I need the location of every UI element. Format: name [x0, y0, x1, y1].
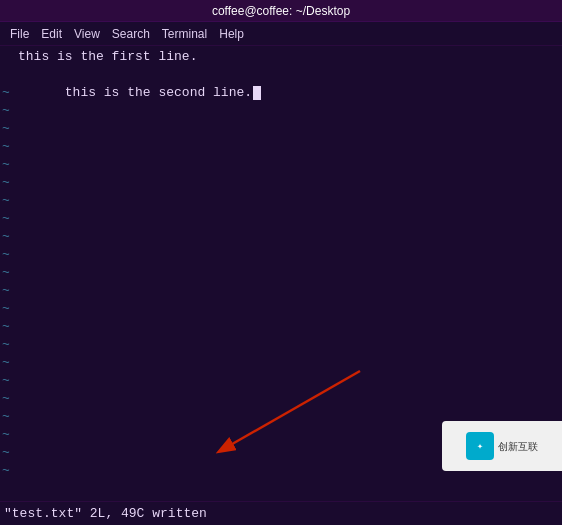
watermark-logo: ✦: [466, 432, 494, 460]
editor-gutter: ~ ~ ~ ~ ~ ~ ~ ~ ~ ~ ~ ~ ~ ~ ~ ~ ~ ~ ~ ~ …: [0, 46, 14, 501]
menu-file[interactable]: File: [4, 25, 35, 43]
editor-cursor: [253, 86, 261, 100]
menu-bar: File Edit View Search Terminal Help: [0, 22, 562, 46]
status-text: "test.txt" 2L, 49C written: [4, 506, 207, 521]
code-line-2: this is the second line.: [18, 66, 558, 120]
menu-terminal[interactable]: Terminal: [156, 25, 213, 43]
menu-view[interactable]: View: [68, 25, 106, 43]
watermark-text: 创新互联: [498, 440, 538, 453]
editor-area[interactable]: ~ ~ ~ ~ ~ ~ ~ ~ ~ ~ ~ ~ ~ ~ ~ ~ ~ ~ ~ ~ …: [0, 46, 562, 501]
menu-help[interactable]: Help: [213, 25, 250, 43]
title-bar: coffee@coffee: ~/Desktop: [0, 0, 562, 22]
watermark: ✦ 创新互联: [442, 421, 562, 471]
title-text: coffee@coffee: ~/Desktop: [212, 4, 350, 18]
menu-edit[interactable]: Edit: [35, 25, 68, 43]
menu-search[interactable]: Search: [106, 25, 156, 43]
code-line-1: this is the first line.: [18, 48, 558, 66]
status-bar: "test.txt" 2L, 49C written: [0, 501, 562, 525]
